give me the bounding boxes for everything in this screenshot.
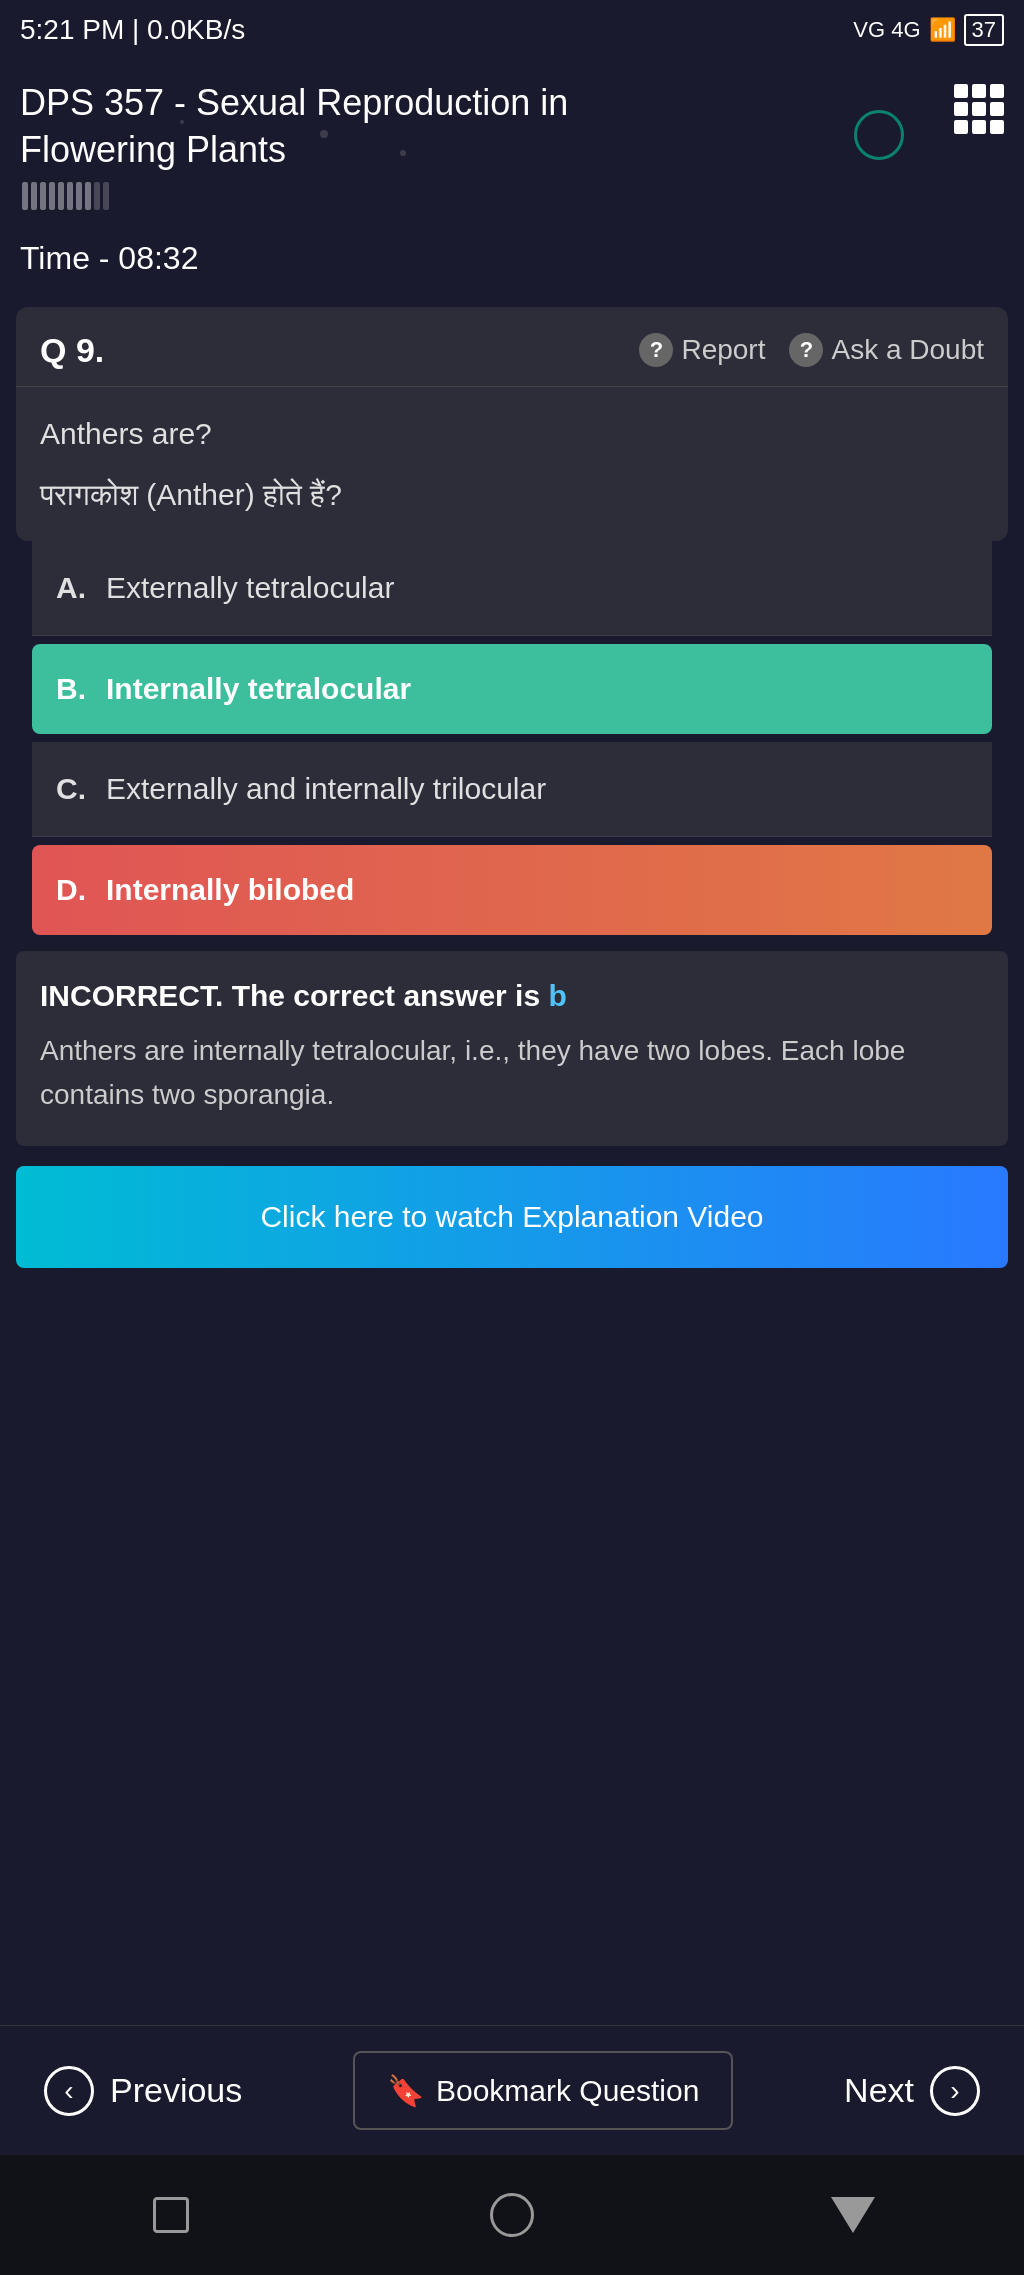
option-a-text: Externally tetralocular bbox=[106, 571, 968, 605]
battery-icon: 37 bbox=[964, 14, 1004, 46]
bookmark-icon: 🔖 bbox=[387, 2073, 424, 2108]
option-a[interactable]: A. Externally tetralocular bbox=[32, 541, 992, 636]
report-label: Report bbox=[681, 334, 765, 366]
correct-answer-letter: b bbox=[548, 979, 566, 1012]
option-d-text: Internally bilobed bbox=[106, 873, 968, 907]
option-d[interactable]: D. Internally bilobed bbox=[32, 845, 992, 935]
bookmark-button[interactable]: 🔖 Bookmark Question bbox=[353, 2051, 733, 2130]
ask-doubt-label: Ask a Doubt bbox=[831, 334, 984, 366]
question-text-english: Anthers are? bbox=[16, 387, 1008, 464]
option-c-text: Externally and internally trilocular bbox=[106, 772, 968, 806]
recent-apps-button[interactable] bbox=[149, 2193, 193, 2237]
home-icon bbox=[490, 2193, 534, 2237]
back-icon bbox=[831, 2197, 875, 2233]
status-bar: 5:21 PM | 0.0KB/s VG 4G 📶 37 bbox=[0, 0, 1024, 60]
answer-explanation: Anthers are internally tetralocular, i.e… bbox=[40, 1029, 984, 1119]
next-arrow-icon: › bbox=[930, 2066, 980, 2116]
next-button[interactable]: Next › bbox=[820, 2046, 1004, 2136]
previous-arrow-icon: ‹ bbox=[44, 2066, 94, 2116]
question-card: Q 9. ? Report ? Ask a Doubt Anthers are?… bbox=[16, 307, 1008, 541]
home-button[interactable] bbox=[490, 2193, 534, 2237]
option-b-label: B. bbox=[56, 672, 86, 706]
question-actions: ? Report ? Ask a Doubt bbox=[639, 333, 984, 367]
signal-bars-icon: 📶 bbox=[929, 17, 956, 43]
header: DPS 357 - Sexual Reproduction in Floweri… bbox=[0, 60, 1024, 287]
timer-display: Time - 08:32 bbox=[20, 240, 1004, 277]
status-time: 5:21 PM | 0.0KB/s bbox=[20, 14, 245, 46]
grid-menu-icon[interactable] bbox=[954, 84, 1004, 134]
question-header: Q 9. ? Report ? Ask a Doubt bbox=[16, 307, 1008, 387]
bottom-navigation: ‹ Previous 🔖 Bookmark Question Next › bbox=[0, 2025, 1024, 2155]
signal-text: VG 4G bbox=[853, 17, 920, 43]
header-top: DPS 357 - Sexual Reproduction in Floweri… bbox=[20, 80, 1004, 174]
page-title: DPS 357 - Sexual Reproduction in Floweri… bbox=[20, 80, 620, 174]
question-text-hindi: परागकोश (Anther) होते हैं? bbox=[16, 464, 1008, 541]
options-container: A. Externally tetralocular B. Internally… bbox=[16, 541, 1008, 935]
ask-doubt-icon: ? bbox=[789, 333, 823, 367]
option-c-label: C. bbox=[56, 772, 86, 806]
next-label: Next bbox=[844, 2071, 914, 2110]
previous-label: Previous bbox=[110, 2071, 242, 2110]
back-button[interactable] bbox=[831, 2193, 875, 2237]
status-icons: VG 4G 📶 37 bbox=[853, 14, 1004, 46]
progress-decoration bbox=[20, 182, 1004, 210]
answer-result: INCORRECT. The correct answer is b bbox=[40, 979, 984, 1013]
previous-button[interactable]: ‹ Previous bbox=[20, 2046, 266, 2136]
option-b-text: Internally tetralocular bbox=[106, 672, 968, 706]
ask-doubt-button[interactable]: ? Ask a Doubt bbox=[789, 333, 984, 367]
recent-apps-icon bbox=[153, 2197, 189, 2233]
report-icon: ? bbox=[639, 333, 673, 367]
spacer bbox=[0, 1268, 1024, 1568]
question-number: Q 9. bbox=[40, 331, 104, 370]
option-a-label: A. bbox=[56, 571, 86, 605]
option-c[interactable]: C. Externally and internally trilocular bbox=[32, 742, 992, 837]
option-b[interactable]: B. Internally tetralocular bbox=[32, 644, 992, 734]
watch-video-button[interactable]: Click here to watch Explanation Video bbox=[16, 1166, 1008, 1268]
report-button[interactable]: ? Report bbox=[639, 333, 765, 367]
answer-section: INCORRECT. The correct answer is b Anthe… bbox=[16, 951, 1008, 1147]
option-d-label: D. bbox=[56, 873, 86, 907]
bookmark-label: Bookmark Question bbox=[436, 2074, 699, 2108]
system-navigation-bar bbox=[0, 2155, 1024, 2275]
